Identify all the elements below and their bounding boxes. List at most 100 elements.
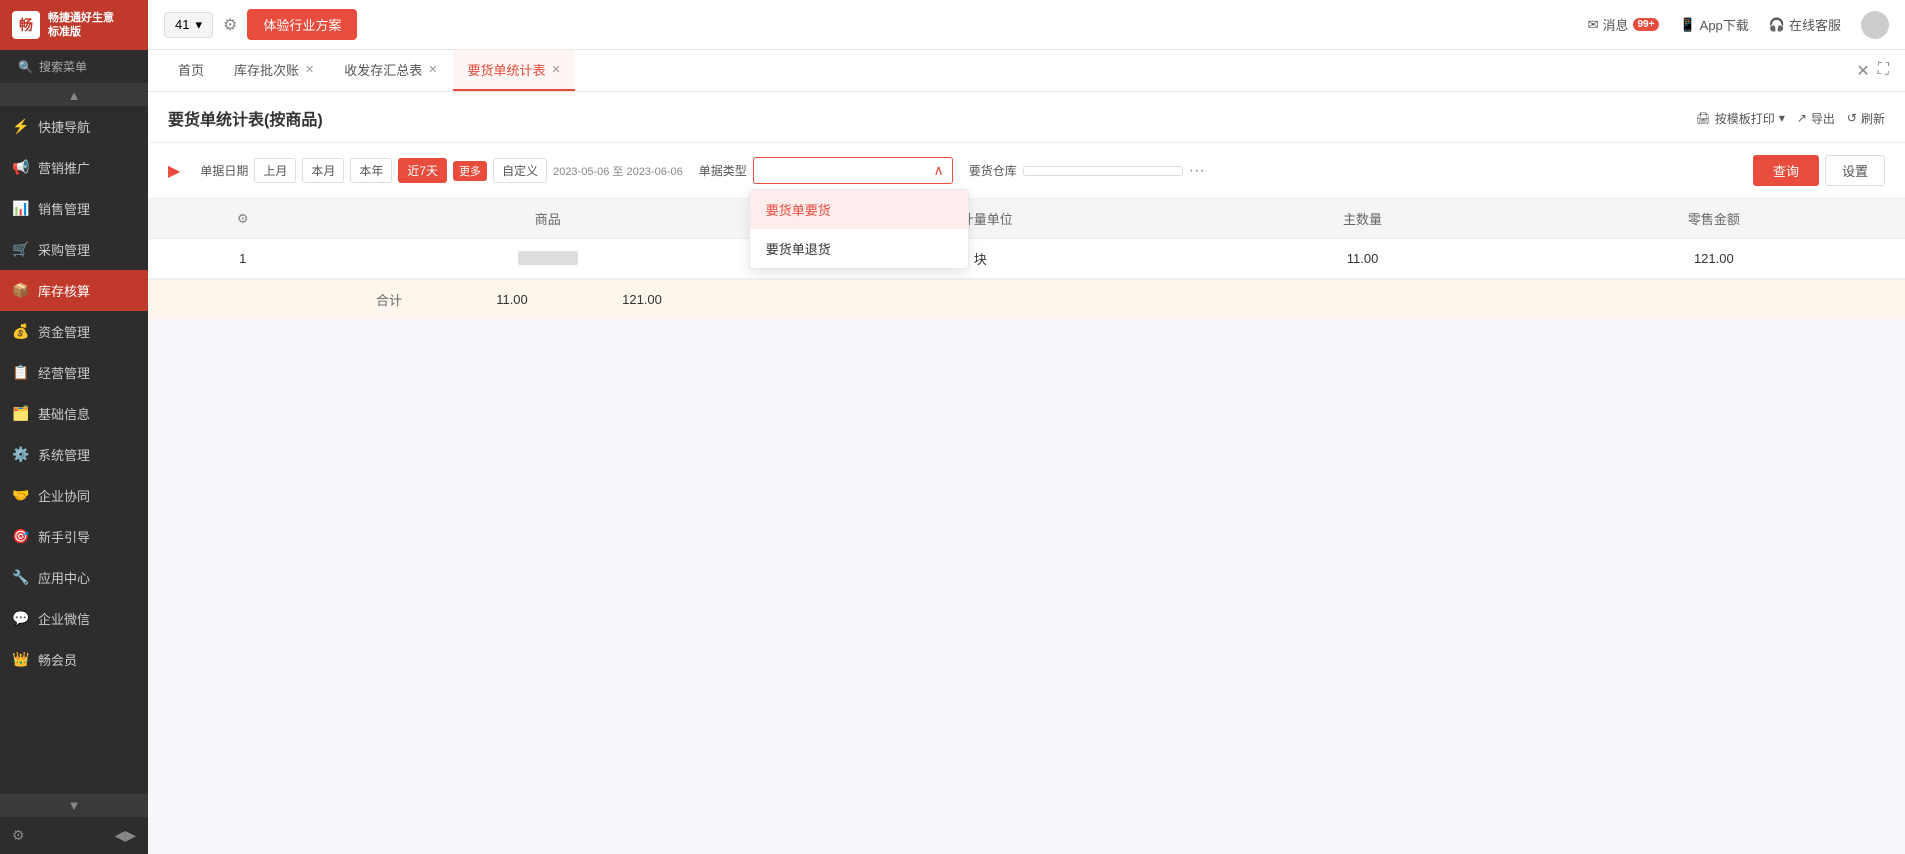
filter-action-buttons: 查询 设置 bbox=[1753, 155, 1885, 186]
sidebar-item-appstore[interactable]: 🔧 应用中心 bbox=[0, 557, 148, 598]
sidebar-item-sales[interactable]: 📊 销售管理 bbox=[0, 188, 148, 229]
sidebar-item-quicknav[interactable]: ⚡ 快捷导航 bbox=[0, 106, 148, 147]
tab-receipt[interactable]: 收发存汇总表 ✕ bbox=[330, 50, 451, 91]
sidebar-item-system[interactable]: ⚙️ 系统管理 bbox=[0, 434, 148, 475]
date-more-btn[interactable]: 更多 bbox=[453, 161, 487, 181]
print-button[interactable]: 🖨 按模板打印 ▾ bbox=[1696, 110, 1785, 127]
type-filter-input[interactable]: ∧ bbox=[753, 157, 953, 184]
table-row: 1 块 11.00 121.00 bbox=[148, 239, 1905, 279]
sidebar-search[interactable]: 🔍 搜索菜单 bbox=[0, 50, 148, 84]
query-button[interactable]: 查询 bbox=[1753, 155, 1819, 186]
sidebar-item-wechat[interactable]: 💬 企业微信 bbox=[0, 598, 148, 639]
sidebar-bottom: ⚙ ◀▶ bbox=[0, 816, 148, 854]
content-area: 要货单统计表(按商品) 🖨 按模板打印 ▾ ↗ 导出 ↺ 刷新 ▶ bbox=[148, 92, 1905, 854]
system-icon: ⚙️ bbox=[12, 446, 30, 463]
inventory-icon: 📦 bbox=[12, 282, 30, 299]
sidebar-item-operations[interactable]: 📋 经营管理 bbox=[0, 352, 148, 393]
quicknav-icon: ⚡ bbox=[12, 118, 30, 135]
operations-icon: 📋 bbox=[12, 364, 30, 381]
type-dropdown: 要货单要货 要货单退货 bbox=[749, 189, 969, 269]
store-name: 41 bbox=[175, 17, 189, 32]
col-settings[interactable]: ⚙ bbox=[148, 199, 337, 239]
sidebar-item-inventory[interactable]: 📦 库存核算 bbox=[0, 270, 148, 311]
row-index: 1 bbox=[148, 239, 337, 279]
page-title: 要货单统计表(按商品) bbox=[168, 106, 323, 142]
scroll-up[interactable]: ▲ bbox=[0, 84, 148, 106]
finance-icon: 💰 bbox=[12, 323, 30, 340]
topbar: 41 ▾ ⚙ 体验行业方案 ✉ 消息 99+ 📱 App下载 🎧 在线客服 bbox=[148, 0, 1905, 50]
search-icon: 🔍 bbox=[18, 60, 33, 74]
date-this-month-btn[interactable]: 本月 bbox=[302, 158, 344, 183]
date-last-7days-btn[interactable]: 近7天 bbox=[398, 158, 447, 183]
sidebar-item-finance[interactable]: 💰 资金管理 bbox=[0, 311, 148, 352]
online-service-item[interactable]: 🎧 在线客服 bbox=[1769, 15, 1841, 34]
filter-expand-icon[interactable]: ▶ bbox=[168, 161, 180, 181]
store-selector[interactable]: 41 ▾ bbox=[164, 12, 213, 38]
product-name-blurred bbox=[518, 251, 578, 265]
date-this-year-btn[interactable]: 本年 bbox=[350, 158, 392, 183]
message-badge: 99+ bbox=[1633, 18, 1660, 31]
warehouse-more-icon[interactable]: ··· bbox=[1189, 162, 1205, 180]
date-last-month-btn[interactable]: 上月 bbox=[254, 158, 296, 183]
sidebar: 畅 畅捷通好生意 标准版 🔍 搜索菜单 ▲ ⚡ 快捷导航 📢 营销推广 📊 销售… bbox=[0, 0, 148, 854]
basic-icon: 🗂️ bbox=[12, 405, 30, 422]
footer-label: 合计 bbox=[362, 290, 442, 309]
topbar-left: 41 ▾ ⚙ 体验行业方案 bbox=[164, 9, 357, 40]
sidebar-item-purchase[interactable]: 🛒 采购管理 bbox=[0, 229, 148, 270]
sidebar-item-member[interactable]: 👑 畅会员 bbox=[0, 639, 148, 680]
dropdown-item-order[interactable]: 要货单要货 bbox=[750, 190, 968, 229]
dropdown-item-return[interactable]: 要货单退货 bbox=[750, 229, 968, 268]
type-chevron-icon[interactable]: ∧ bbox=[934, 162, 944, 179]
wechat-icon: 💬 bbox=[12, 610, 30, 627]
sidebar-item-basic[interactable]: 🗂️ 基础信息 bbox=[0, 393, 148, 434]
row-quantity: 11.00 bbox=[1202, 239, 1522, 279]
table-header-row: ⚙ 商品 主计量单位 主数量 零售金额 bbox=[148, 199, 1905, 239]
set-button[interactable]: 设置 bbox=[1825, 155, 1885, 186]
filter-bar: ▶ 单据日期 上月 本月 本年 近7天 更多 自定义 2023-05-06 至 … bbox=[148, 143, 1905, 199]
sidebar-item-enterprise[interactable]: 🤝 企业协同 bbox=[0, 475, 148, 516]
tab-order-stats[interactable]: 要货单统计表 ✕ bbox=[453, 50, 574, 91]
app-download-item[interactable]: 📱 App下载 bbox=[1679, 15, 1748, 34]
page-actions: 🖨 按模板打印 ▾ ↗ 导出 ↺ 刷新 bbox=[1696, 110, 1885, 139]
table-footer: 合计 11.00 121.00 bbox=[148, 279, 1905, 319]
date-custom-btn[interactable]: 自定义 bbox=[493, 158, 547, 183]
footer-quantity: 11.00 bbox=[442, 292, 582, 307]
settings-icon[interactable]: ⚙ bbox=[223, 15, 237, 35]
table-body: 1 块 11.00 121.00 bbox=[148, 239, 1905, 279]
tab-batch[interactable]: 库存批次账 ✕ bbox=[220, 50, 328, 91]
sidebar-item-guide[interactable]: 🎯 新手引导 bbox=[0, 516, 148, 557]
col-product: 商品 bbox=[337, 199, 757, 239]
warehouse-label: 要货仓库 bbox=[969, 162, 1017, 179]
scroll-down[interactable]: ▼ bbox=[0, 794, 148, 816]
message-icon: ✉ bbox=[1588, 17, 1599, 33]
sales-icon: 📊 bbox=[12, 200, 30, 217]
sidebar-logo: 畅 畅捷通好生意 标准版 bbox=[0, 0, 148, 50]
refresh-button[interactable]: ↺ 刷新 bbox=[1847, 110, 1885, 127]
guide-icon: 🎯 bbox=[12, 528, 30, 545]
date-range-display: 2023-05-06 至 2023-06-06 bbox=[553, 163, 683, 179]
data-table: ⚙ 商品 主计量单位 主数量 零售金额 1 块 bbox=[148, 199, 1905, 279]
trial-button[interactable]: 体验行业方案 bbox=[247, 9, 357, 40]
warehouse-input[interactable] bbox=[1023, 166, 1183, 176]
fullscreen-icon[interactable]: ⛶ bbox=[1878, 61, 1889, 81]
col-amount: 零售金额 bbox=[1523, 199, 1905, 239]
tab-home[interactable]: 首页 bbox=[164, 50, 218, 91]
settings-bottom-icon[interactable]: ⚙ bbox=[12, 827, 25, 844]
purchase-icon: 🛒 bbox=[12, 241, 30, 258]
tab-order-stats-close[interactable]: ✕ bbox=[552, 63, 561, 76]
tab-batch-close[interactable]: ✕ bbox=[305, 63, 314, 76]
date-filter-group: 单据日期 上月 本月 本年 近7天 更多 自定义 2023-05-06 至 20… bbox=[200, 158, 682, 183]
sidebar-nav: ⚡ 快捷导航 📢 营销推广 📊 销售管理 🛒 采购管理 📦 库存核算 💰 资金管… bbox=[0, 106, 148, 794]
messages-item[interactable]: ✉ 消息 99+ bbox=[1588, 15, 1660, 34]
sidebar-item-marketing[interactable]: 📢 营销推广 bbox=[0, 147, 148, 188]
collapse-icon[interactable]: ◀▶ bbox=[114, 827, 136, 844]
app-icon: 📱 bbox=[1679, 17, 1695, 33]
user-avatar[interactable] bbox=[1861, 11, 1889, 39]
export-button[interactable]: ↗ 导出 bbox=[1797, 110, 1835, 127]
table-settings-icon[interactable]: ⚙ bbox=[237, 211, 249, 226]
logo-text: 畅捷通好生意 标准版 bbox=[48, 11, 114, 40]
tab-receipt-close[interactable]: ✕ bbox=[428, 63, 437, 76]
dropdown-arrow-icon: ▾ bbox=[195, 17, 202, 33]
page-header: 要货单统计表(按商品) 🖨 按模板打印 ▾ ↗ 导出 ↺ 刷新 bbox=[148, 92, 1905, 143]
close-all-tabs-icon[interactable]: ✕ bbox=[1856, 61, 1869, 81]
